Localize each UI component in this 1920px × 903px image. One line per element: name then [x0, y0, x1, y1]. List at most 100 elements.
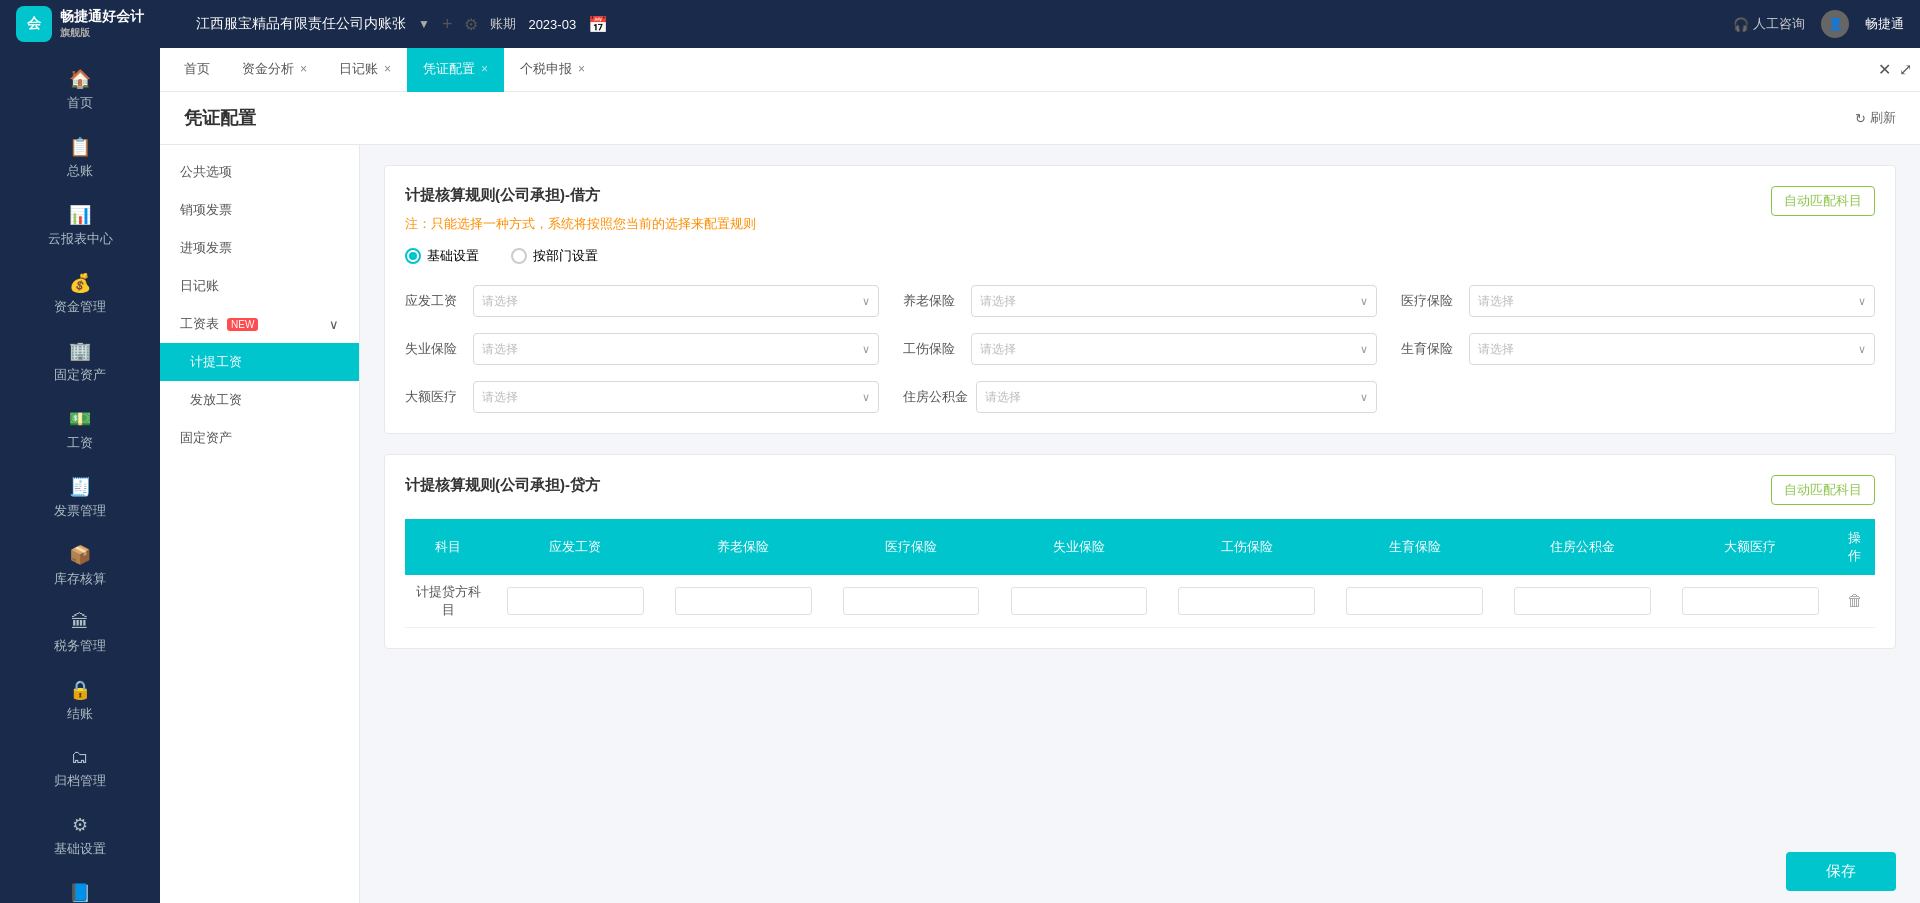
finance-icon: 💰: [69, 272, 91, 294]
th-action: 操作: [1834, 519, 1875, 575]
debit-auto-match-btn[interactable]: 自动匹配科目: [1771, 186, 1875, 216]
debit-section: 计提核算规则(公司承担)-借方 注：只能选择一种方式，系统将按照您当前的选择来配…: [384, 165, 1896, 434]
label-yiliao: 医疗保险: [1401, 292, 1461, 310]
company-dropdown-btn[interactable]: ▼: [418, 17, 430, 31]
sidebar-item-inventory[interactable]: 📦 库存核算: [8, 534, 152, 598]
form-item-shiye: 失业保险 请选择 ∨: [405, 333, 879, 365]
sidebar-item-salary[interactable]: 💵 工资: [8, 398, 152, 462]
sidebar-label-finance: 资金管理: [54, 298, 106, 316]
sidebar-item-fixed-assets[interactable]: 🏢 固定资产: [8, 330, 152, 394]
form-item-yanglao: 养老保险 请选择 ∨: [903, 285, 1377, 317]
left-nav-sales-invoice[interactable]: 销项发票: [160, 191, 359, 229]
tab-bar: 首页 资金分析 × 日记账 × 凭证配置 × 个税申报 × ✕ ⤢: [160, 48, 1920, 92]
left-nav-purchase-invoice[interactable]: 进项发票: [160, 229, 359, 267]
td-gongshang-input: [1163, 575, 1331, 628]
sidebar-item-ledger[interactable]: 📋 总账: [8, 126, 152, 190]
save-btn[interactable]: 保存: [1786, 852, 1896, 891]
save-bar: 保存: [1762, 840, 1920, 903]
select-yiliao[interactable]: 请选择 ∨: [1469, 285, 1875, 317]
input-yingfa[interactable]: [507, 587, 644, 615]
input-yiliao[interactable]: [843, 587, 980, 615]
delete-row-btn[interactable]: 🗑: [1847, 592, 1863, 610]
input-shengyu[interactable]: [1346, 587, 1483, 615]
tab-voucher-config[interactable]: 凭证配置 ×: [407, 48, 504, 92]
select-shengyu[interactable]: 请选择 ∨: [1469, 333, 1875, 365]
tab-journal-label: 日记账: [339, 60, 378, 78]
sidebar-item-close[interactable]: 🔒 结账: [8, 669, 152, 733]
left-nav-salary-table[interactable]: 工资表 NEW ∨: [160, 305, 359, 343]
chevron-down-icon-6: ∨: [1858, 343, 1866, 356]
radio-basic[interactable]: 基础设置: [405, 247, 479, 265]
left-nav-calc-salary[interactable]: 计提工资: [160, 343, 359, 381]
sidebar-item-home[interactable]: 🏠 首页: [8, 58, 152, 122]
label-zhufang: 住房公积金: [903, 388, 968, 406]
window-maximize-btn[interactable]: ⤢: [1899, 60, 1912, 79]
sidebar-item-invoice[interactable]: 🧾 发票管理: [8, 466, 152, 530]
tab-journal[interactable]: 日记账 ×: [323, 48, 407, 92]
sidebar-item-guide[interactable]: 📘 新手引导: [8, 872, 152, 903]
input-yanglao[interactable]: [675, 587, 812, 615]
input-zhufang[interactable]: [1514, 587, 1651, 615]
select-yanglao[interactable]: 请选择 ∨: [971, 285, 1377, 317]
form-item-daeyiliao: 大额医疗 请选择 ∨: [405, 381, 879, 413]
sidebar-item-tax[interactable]: 🏛 税务管理: [8, 602, 152, 665]
input-shiye[interactable]: [1011, 587, 1148, 615]
service-btn[interactable]: 🎧 人工咨询: [1733, 15, 1805, 33]
credit-auto-match-btn[interactable]: 自动匹配科目: [1771, 475, 1875, 505]
sidebar-item-finance[interactable]: 💰 资金管理: [8, 262, 152, 326]
select-daeyiliao[interactable]: 请选择 ∨: [473, 381, 879, 413]
sidebar-item-reports[interactable]: 📊 云报表中心: [8, 194, 152, 258]
radio-dept[interactable]: 按部门设置: [511, 247, 598, 265]
select-gongshang[interactable]: 请选择 ∨: [971, 333, 1377, 365]
tab-finance-close[interactable]: ×: [300, 62, 307, 76]
inner-layout: 公共选项 销项发票 进项发票 日记账 工资表 NEW ∨: [160, 145, 1920, 903]
td-yingfa-input: [491, 575, 659, 628]
sidebar-item-basic-settings[interactable]: ⚙ 基础设置: [8, 804, 152, 868]
sidebar-label-ledger: 总账: [67, 162, 93, 180]
guide-icon: 📘: [69, 882, 91, 903]
left-nav-pay-salary[interactable]: 发放工资: [160, 381, 359, 419]
calendar-btn[interactable]: 📅: [588, 15, 608, 34]
td-yiliao-input: [827, 575, 995, 628]
input-daeyiliao[interactable]: [1682, 587, 1819, 615]
label-gongshang: 工伤保险: [903, 340, 963, 358]
tab-journal-close[interactable]: ×: [384, 62, 391, 76]
th-shiye: 失业保险: [995, 519, 1163, 575]
window-close-btn[interactable]: ✕: [1878, 60, 1891, 79]
tab-voucher-config-close[interactable]: ×: [481, 62, 488, 76]
select-shiye[interactable]: 请选择 ∨: [473, 333, 879, 365]
home-icon: 🏠: [69, 68, 91, 90]
debit-section-title: 计提核算规则(公司承担)-借方: [405, 186, 1771, 205]
th-subject: 科目: [405, 519, 491, 575]
logo-icon: 会: [16, 6, 52, 42]
ledger-icon: 📋: [69, 136, 91, 158]
tab-home[interactable]: 首页: [168, 48, 226, 92]
table-row: 计提贷方科目 🗑: [405, 575, 1875, 628]
table-header-row: 科目 应发工资 养老保险 医疗保险 失业保险 工伤保险 生育保险 住房公积金 大…: [405, 519, 1875, 575]
sidebar: 🏠 首页 📋 总账 📊 云报表中心 💰 资金管理 🏢 固定资产 💵 工资 🧾 发…: [0, 48, 160, 903]
label-shiye: 失业保险: [405, 340, 465, 358]
inventory-icon: 📦: [69, 544, 91, 566]
form-item-zhufang: 住房公积金 请选择 ∨: [903, 381, 1377, 413]
sidebar-label-invoice: 发票管理: [54, 502, 106, 520]
settings-btn[interactable]: ⚙: [464, 15, 478, 34]
credit-table: 科目 应发工资 养老保险 医疗保险 失业保险 工伤保险 生育保险 住房公积金 大…: [405, 519, 1875, 628]
select-zhufang[interactable]: 请选择 ∨: [976, 381, 1377, 413]
select-yingfa[interactable]: 请选择 ∨: [473, 285, 879, 317]
add-account-btn[interactable]: +: [442, 14, 453, 35]
sidebar-label-inventory: 库存核算: [54, 570, 106, 588]
refresh-btn[interactable]: ↻ 刷新: [1855, 109, 1896, 127]
top-bar: 会 畅捷通好会计 旗舰版 江西服宝精品有限责任公司内账张 ▼ + ⚙ 账期 20…: [0, 0, 1920, 48]
period-value[interactable]: 2023-03: [528, 17, 576, 32]
tab-tax[interactable]: 个税申报 ×: [504, 48, 601, 92]
sidebar-item-archive[interactable]: 🗂 归档管理: [8, 737, 152, 800]
left-nav-public-options[interactable]: 公共选项: [160, 153, 359, 191]
left-nav-fixed-assets[interactable]: 固定资产: [160, 419, 359, 457]
input-gongshang[interactable]: [1178, 587, 1315, 615]
invoice-icon: 🧾: [69, 476, 91, 498]
td-shengyu-input: [1331, 575, 1499, 628]
tab-tax-close[interactable]: ×: [578, 62, 585, 76]
left-nav-journal[interactable]: 日记账: [160, 267, 359, 305]
td-yanglao-input: [659, 575, 827, 628]
tab-finance[interactable]: 资金分析 ×: [226, 48, 323, 92]
